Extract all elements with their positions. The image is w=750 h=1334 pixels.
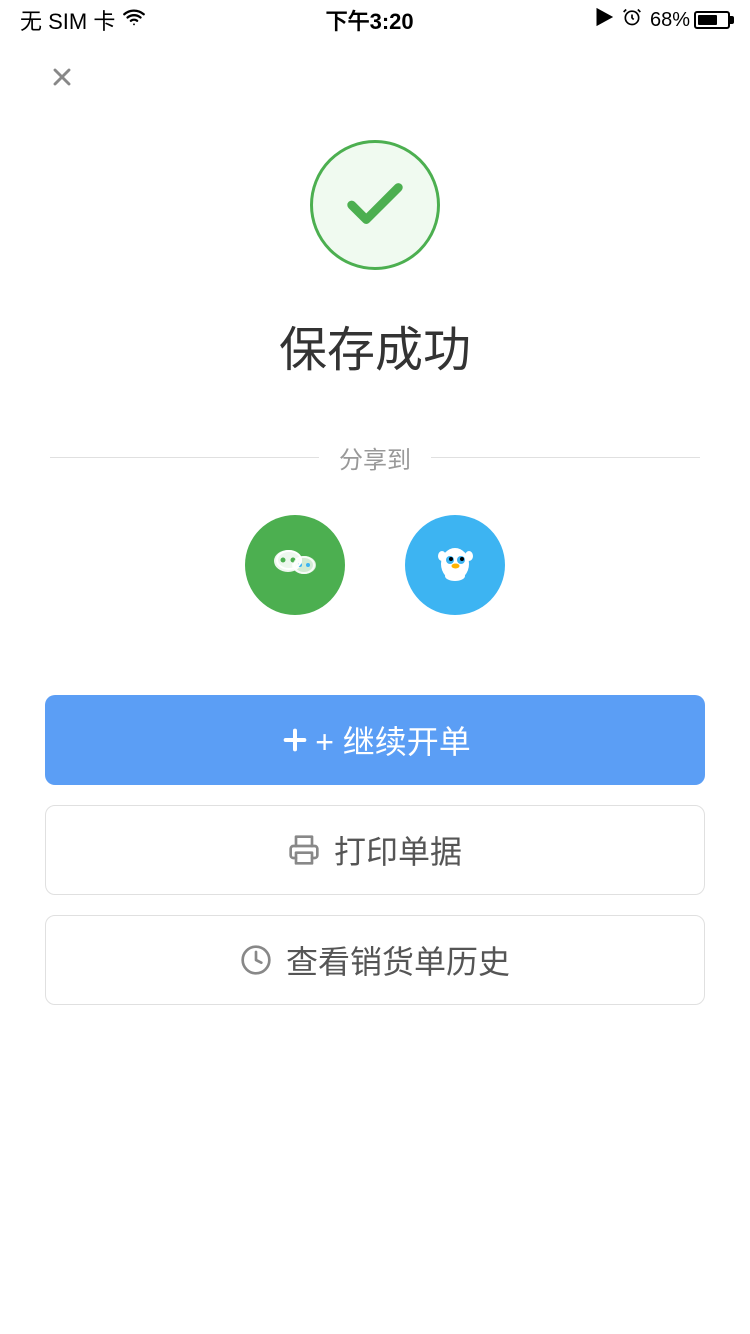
share-divider: 分享到 (0, 440, 750, 475)
location-icon (594, 7, 614, 33)
battery-indicator: 68% (650, 9, 730, 32)
status-left: 无 SIM 卡 (20, 4, 145, 36)
no-sim-label: 无 SIM 卡 (20, 4, 115, 36)
status-right: 68% (594, 7, 730, 33)
print-label: 打印单据 (334, 827, 462, 873)
status-bar: 无 SIM 卡 下午3:20 68% (0, 0, 750, 40)
continue-label: + 继续开单 (315, 717, 471, 763)
action-buttons: + 继续开单 打印单据 查看销货单历史 (45, 695, 705, 1005)
divider-line-right (431, 457, 700, 458)
alarm-icon (622, 7, 642, 33)
share-label: 分享到 (319, 440, 431, 475)
battery-icon (694, 11, 730, 29)
plus-icon (279, 724, 311, 756)
print-icon (288, 834, 320, 866)
battery-percent: 68% (650, 9, 690, 32)
divider-line-left (50, 457, 319, 458)
history-button[interactable]: 查看销货单历史 (45, 915, 705, 1005)
share-icons-group (245, 515, 505, 615)
wifi-icon (123, 6, 145, 34)
qq-share-button[interactable] (405, 515, 505, 615)
success-icon-circle (310, 140, 440, 270)
print-button[interactable]: 打印单据 (45, 805, 705, 895)
history-label: 查看销货单历史 (286, 937, 510, 983)
status-time: 下午3:20 (326, 4, 414, 36)
wechat-share-button[interactable] (245, 515, 345, 615)
main-content: 保存成功 分享到 (0, 40, 750, 1005)
clock-icon (240, 944, 272, 976)
close-button[interactable] (40, 55, 84, 99)
success-title: 保存成功 (279, 310, 471, 380)
continue-button[interactable]: + 继续开单 (45, 695, 705, 785)
